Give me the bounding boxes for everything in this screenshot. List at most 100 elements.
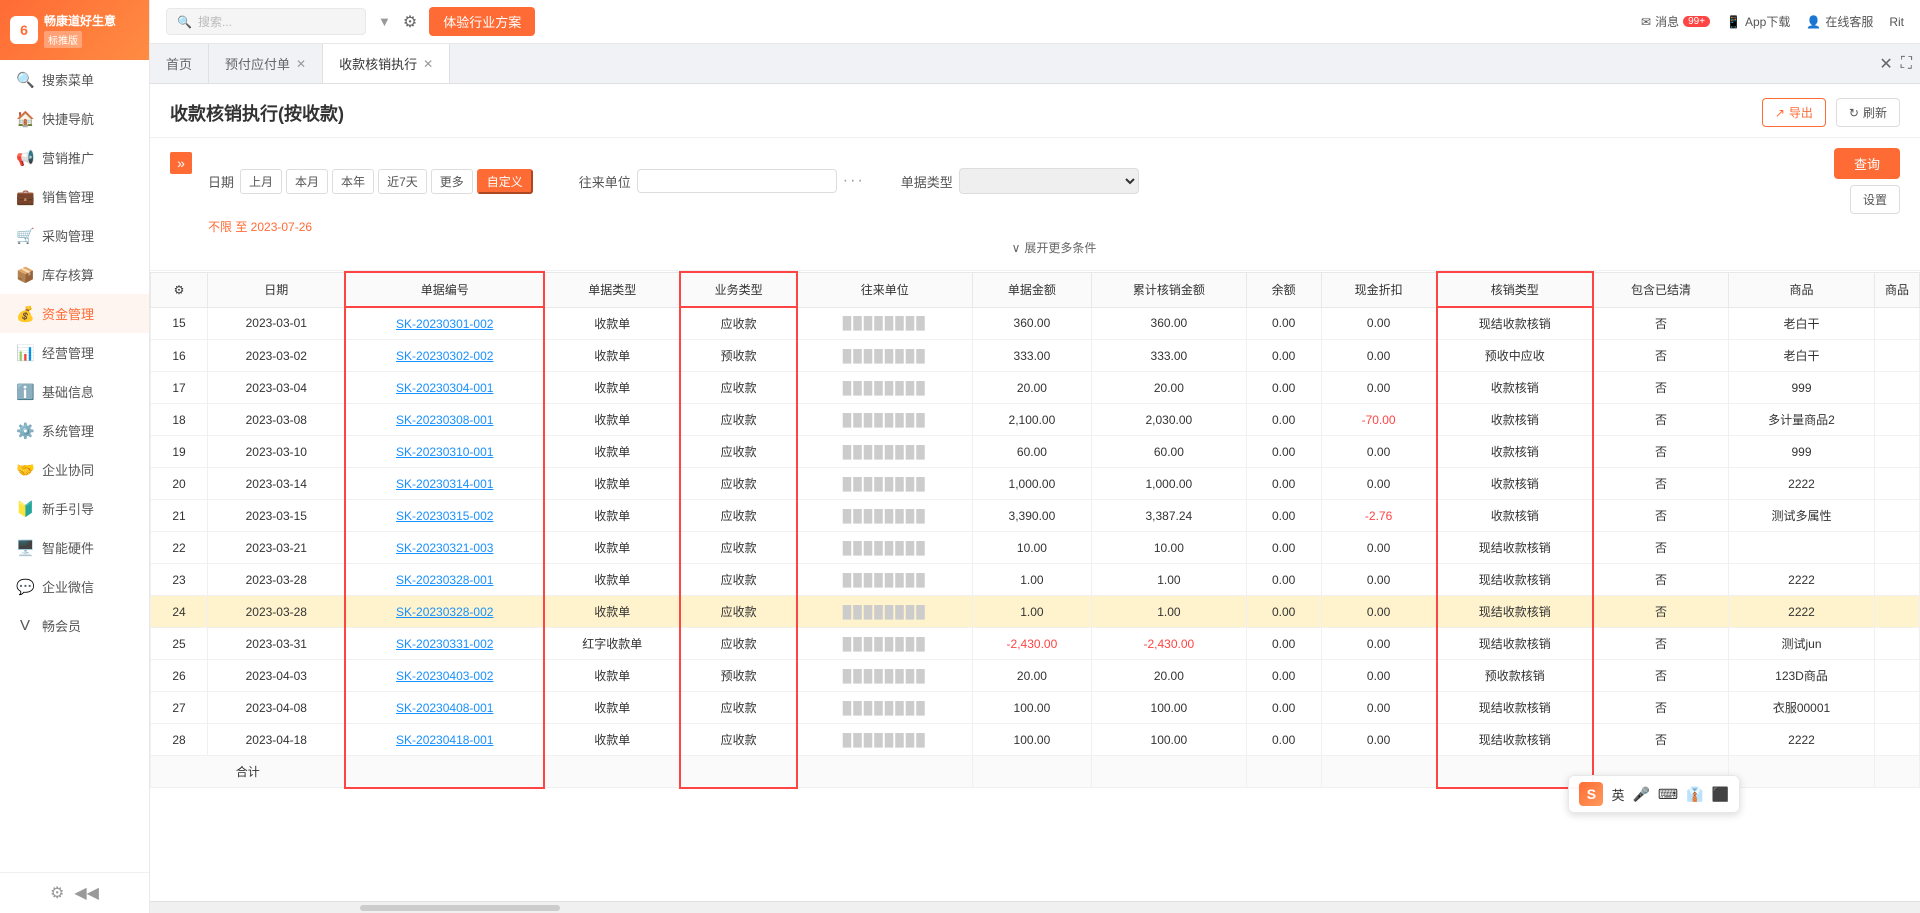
custom-date-btn[interactable]: 自定义 [477, 169, 533, 194]
doc-no-link[interactable]: SK-20230304-001 [396, 381, 493, 395]
table-body: 15 2023-03-01 SK-20230301-002 收款单 应收款 ██… [151, 307, 1920, 756]
app-download-item[interactable]: 📱 App下载 [1726, 13, 1790, 30]
doc-no-link[interactable]: SK-20230314-001 [396, 477, 493, 491]
settings-bottom-icon[interactable]: ⚙ [50, 883, 64, 903]
cell-product: 999 [1729, 372, 1875, 404]
doc-no-link[interactable]: SK-20230321-003 [396, 541, 493, 555]
cell-verify-type: 收款核销 [1437, 372, 1593, 404]
sidebar-item-guide[interactable]: 🔰新手引导 [0, 489, 149, 528]
tab-close-all-icon[interactable]: ✕ [1879, 54, 1892, 74]
table-row: 17 2023-03-04 SK-20230304-001 收款单 应收款 ██… [151, 372, 1920, 404]
watermark-grid-icon[interactable]: ⬛ [1712, 786, 1729, 803]
cell-verified-amount: 360.00 [1092, 307, 1247, 340]
doc-no-link[interactable]: SK-20230403-002 [396, 669, 493, 683]
sidebar-item-shortcuts[interactable]: 🏠快捷导航 [0, 99, 149, 138]
sidebar-icon-shortcuts: 🏠 [16, 110, 34, 128]
watermark-mic-icon[interactable]: 🎤 [1632, 786, 1649, 803]
table-row: 21 2023-03-15 SK-20230315-002 收款单 应收款 ██… [151, 500, 1920, 532]
footer-partner [797, 756, 972, 788]
cell-balance: 0.00 [1246, 372, 1321, 404]
filter-partner-item: 往来单位 ··· [579, 169, 865, 193]
footer-biz-type [680, 756, 796, 788]
filter-settings-button[interactable]: 设置 [1850, 185, 1900, 214]
cell-no: 15 [151, 307, 208, 340]
watermark-shirt-icon[interactable]: 👔 [1686, 786, 1703, 803]
this-year-btn[interactable]: 本年 [332, 169, 374, 194]
sidebar-item-sales[interactable]: 💼销售管理 [0, 177, 149, 216]
last-7-days-btn[interactable]: 近7天 [378, 169, 427, 194]
doc-no-link[interactable]: SK-20230302-002 [396, 349, 493, 363]
export-button[interactable]: ↗ 导出 [1762, 98, 1826, 127]
online-service-item[interactable]: 👤 在线客服 [1806, 13, 1873, 30]
cell-biz-type: 预收款 [680, 340, 796, 372]
col-settings[interactable]: ⚙ [151, 272, 208, 307]
doc-no-link[interactable]: SK-20230310-001 [396, 445, 493, 459]
watermark-keyboard-icon[interactable]: ⌨ [1658, 786, 1678, 803]
sidebar-item-inventory[interactable]: 📦库存核算 [0, 255, 149, 294]
cell-product: 2222 [1729, 724, 1875, 756]
table-row: 23 2023-03-28 SK-20230328-001 收款单 应收款 ██… [151, 564, 1920, 596]
sidebar-logo-icon: 6 [10, 16, 38, 44]
refresh-icon: ↻ [1849, 106, 1859, 120]
table-row: 27 2023-04-08 SK-20230408-001 收款单 应收款 ██… [151, 692, 1920, 724]
cell-doc-type: 收款单 [544, 724, 680, 756]
messages-item[interactable]: ✉ 消息 99+ [1641, 13, 1710, 30]
filter-toggle-button[interactable]: » [170, 152, 192, 174]
cell-verify-type: 现结收款核销 [1437, 532, 1593, 564]
sidebar-item-operations[interactable]: 📊经营管理 [0, 333, 149, 372]
cell-verify-type: 现结收款核销 [1437, 564, 1593, 596]
sidebar-item-member[interactable]: V畅会员 [0, 606, 149, 645]
sidebar-item-finance[interactable]: 💰资金管理 [0, 294, 149, 333]
cell-biz-type: 应收款 [680, 404, 796, 436]
more-date-btn[interactable]: 更多 [431, 169, 473, 194]
sidebar-item-enterprise[interactable]: 🤝企业协同 [0, 450, 149, 489]
partner-dots[interactable]: ··· [843, 172, 865, 190]
filter-expand-button[interactable]: ∨ 展开更多条件 [208, 235, 1900, 260]
tab-prepay[interactable]: 预付应付单✕ [209, 44, 323, 83]
tab-close-collection[interactable]: ✕ [423, 57, 433, 71]
tab-home[interactable]: 首页 [150, 44, 209, 83]
this-month-btn[interactable]: 本月 [286, 169, 328, 194]
doc-no-link[interactable]: SK-20230315-002 [396, 509, 493, 523]
topbar-search[interactable]: 🔍 搜索... [166, 8, 366, 35]
cell-include-settled: 否 [1593, 532, 1729, 564]
doc-no-link[interactable]: SK-20230328-002 [396, 605, 493, 619]
table-row: 20 2023-03-14 SK-20230314-001 收款单 应收款 ██… [151, 468, 1920, 500]
collapse-icon[interactable]: ◀◀ [74, 883, 99, 903]
tabbar: 首页预付应付单✕收款核销执行✕ ✕ ⛶ [150, 44, 1920, 84]
sidebar-item-marketing[interactable]: 📢营销推广 [0, 138, 149, 177]
tab-collection[interactable]: 收款核销执行✕ [323, 44, 450, 83]
query-button[interactable]: 查询 [1834, 148, 1900, 179]
topbar-dropdown-arrow[interactable]: ▼ [378, 14, 391, 29]
horizontal-scrollbar[interactable] [150, 901, 1920, 913]
doc-no-link[interactable]: SK-20230408-001 [396, 701, 493, 715]
solution-button[interactable]: 体验行业方案 [429, 7, 535, 36]
tab-close-prepay[interactable]: ✕ [296, 57, 306, 71]
partner-filter-input[interactable] [637, 169, 837, 193]
topbar-gear-icon[interactable]: ⚙ [403, 12, 417, 32]
doc-no-link[interactable]: SK-20230418-001 [396, 733, 493, 747]
refresh-button[interactable]: ↻ 刷新 [1836, 98, 1900, 127]
cell-partner: ████████ [797, 307, 972, 340]
doc-no-link[interactable]: SK-20230331-002 [396, 637, 493, 651]
doc-no-link[interactable]: SK-20230308-001 [396, 413, 493, 427]
scrollbar-thumb[interactable] [360, 905, 560, 911]
cell-balance: 0.00 [1246, 692, 1321, 724]
sidebar-item-basic[interactable]: ℹ️基础信息 [0, 372, 149, 411]
col-verify-type: 核销类型 [1437, 272, 1593, 307]
cell-verified-amount: 10.00 [1092, 532, 1247, 564]
cell-include-settled: 否 [1593, 340, 1729, 372]
sidebar-label-search: 搜索菜单 [42, 70, 94, 89]
cell-verified-amount: 1.00 [1092, 564, 1247, 596]
doc-no-link[interactable]: SK-20230301-002 [396, 317, 493, 331]
doc-no-link[interactable]: SK-20230328-001 [396, 573, 493, 587]
sidebar-item-system[interactable]: ⚙️系统管理 [0, 411, 149, 450]
doctype-filter-select[interactable] [959, 168, 1139, 194]
sidebar-item-purchase[interactable]: 🛒采购管理 [0, 216, 149, 255]
sidebar-item-search[interactable]: 🔍搜索菜单 [0, 60, 149, 99]
tab-fullscreen-icon[interactable]: ⛶ [1901, 55, 1912, 73]
cell-balance: 0.00 [1246, 340, 1321, 372]
sidebar-item-wechat[interactable]: 💬企业微信 [0, 567, 149, 606]
last-month-btn[interactable]: 上月 [240, 169, 282, 194]
sidebar-item-hardware[interactable]: 🖥️智能硬件 [0, 528, 149, 567]
